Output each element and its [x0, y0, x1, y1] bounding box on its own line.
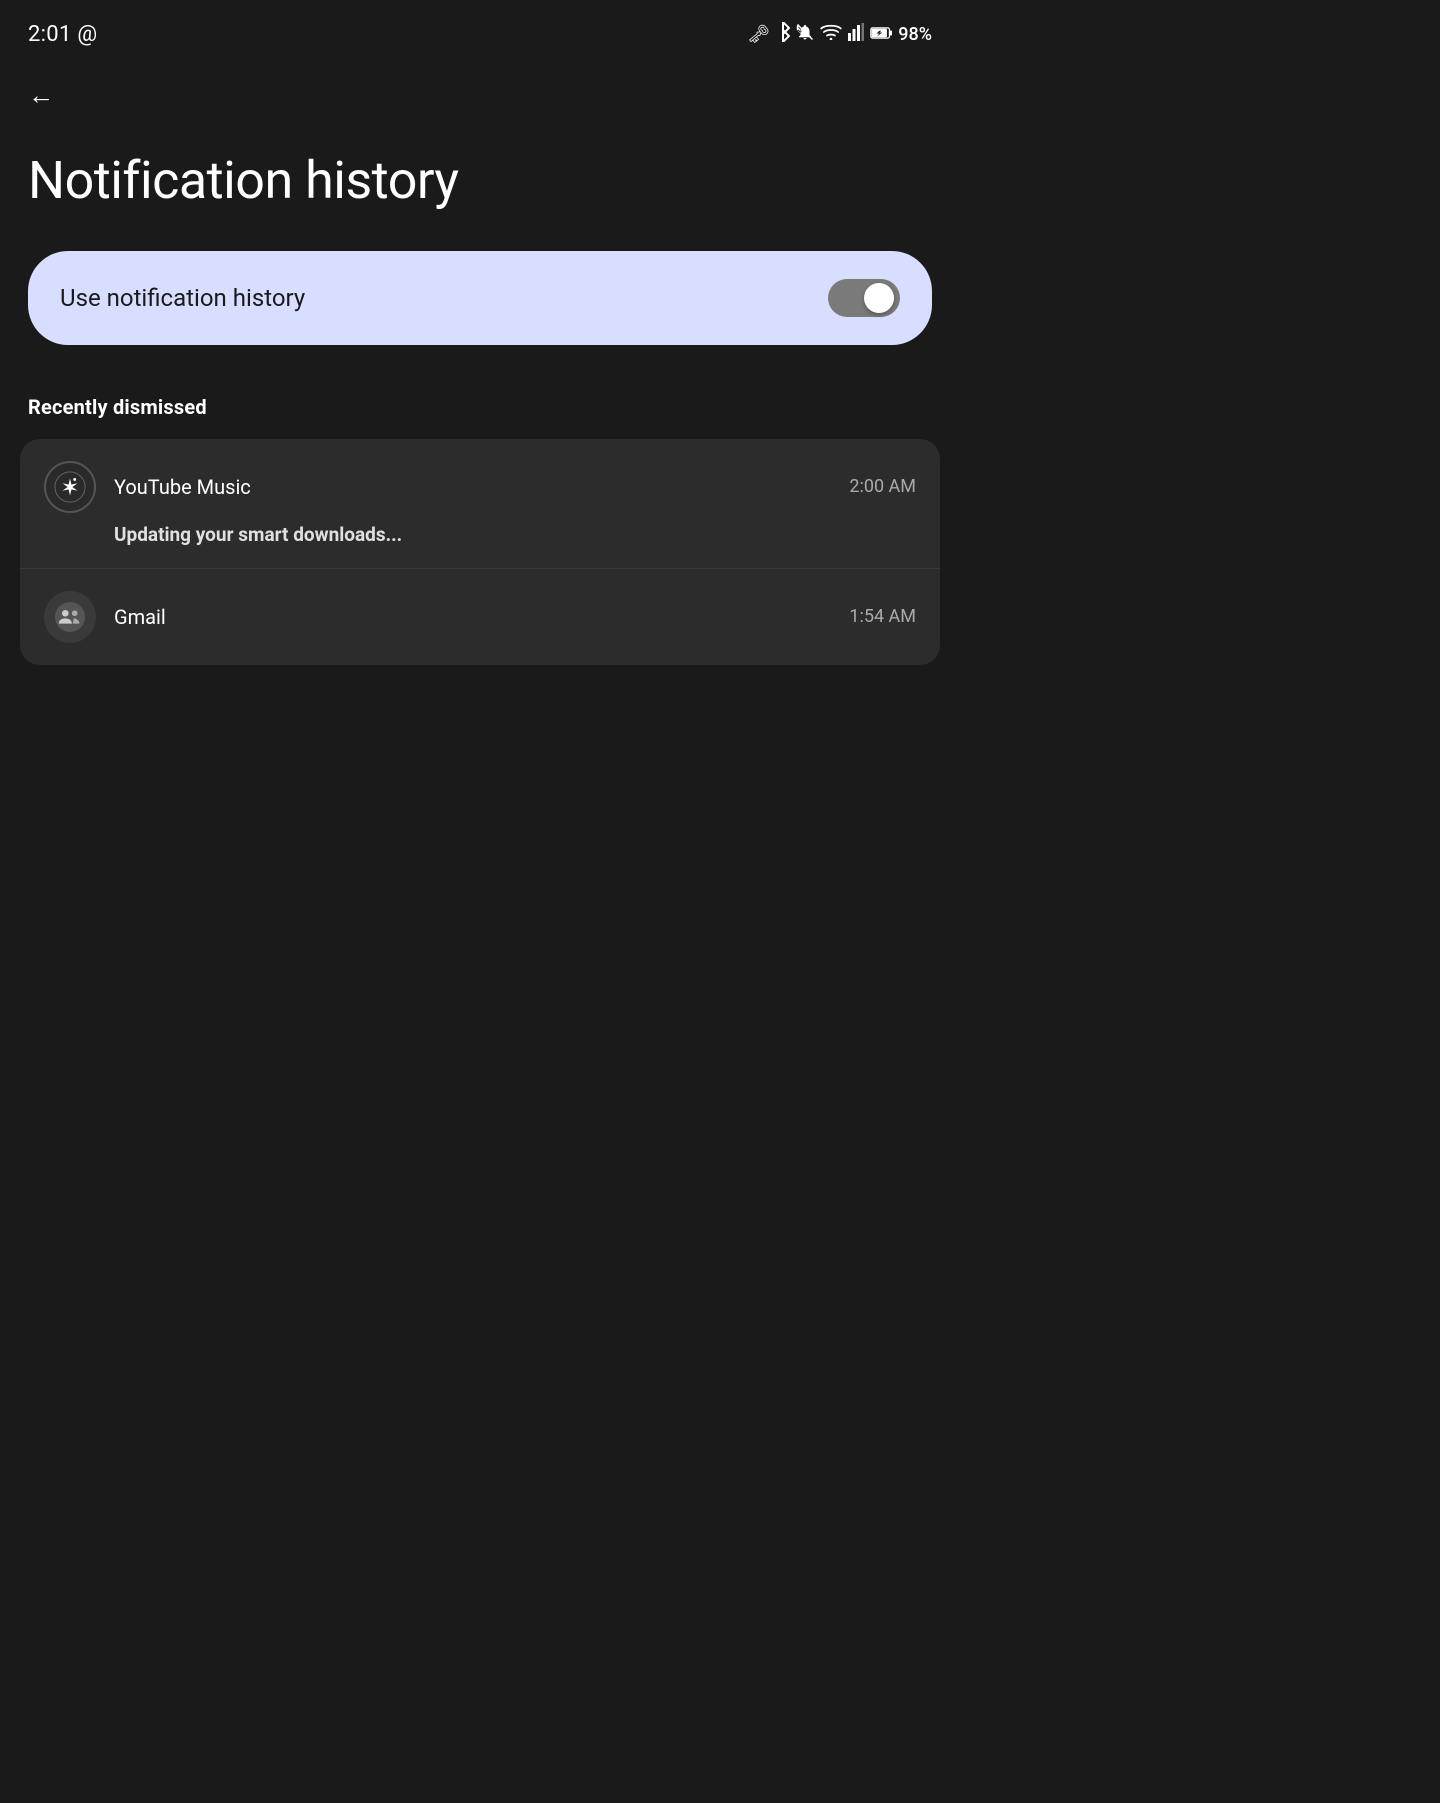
battery-icon — [870, 24, 892, 45]
battery-percentage: 98% — [898, 24, 932, 45]
notification-header-yt: YouTube Music 2:00 AM — [44, 461, 916, 513]
toggle-label: Use notification history — [60, 284, 305, 312]
notification-meta-gmail: Gmail 1:54 AM — [114, 605, 916, 629]
yt-music-app-icon — [44, 461, 96, 513]
bluetooth-icon — [776, 22, 790, 47]
key-icon: 🗝 — [747, 24, 770, 45]
yt-music-time: 2:00 AM — [849, 476, 916, 497]
yt-music-app-name: YouTube Music — [114, 475, 251, 499]
gmail-app-name: Gmail — [114, 605, 166, 629]
notification-item-yt-music[interactable]: YouTube Music 2:00 AM Updating your smar… — [20, 439, 940, 569]
back-arrow-icon[interactable]: ← — [28, 81, 54, 111]
section-title: Recently dismissed — [28, 395, 207, 419]
recently-dismissed-header: Recently dismissed — [0, 385, 960, 439]
signal-icon — [848, 23, 864, 46]
gmail-time: 1:54 AM — [849, 606, 916, 627]
status-time: 2:01 @ — [28, 22, 97, 47]
gmail-app-icon — [44, 591, 96, 643]
notification-body-yt: Updating your smart downloads... — [44, 523, 916, 546]
notification-meta-yt: YouTube Music 2:00 AM — [114, 475, 916, 499]
yt-music-message: Updating your smart downloads... — [114, 523, 402, 546]
notification-history-toggle[interactable] — [828, 279, 900, 317]
page-title-section: Notification history — [0, 121, 960, 251]
wifi-icon — [820, 24, 842, 45]
notification-item-gmail[interactable]: Gmail 1:54 AM — [20, 569, 940, 665]
toggle-card[interactable]: Use notification history — [28, 251, 932, 345]
notifications-list: YouTube Music 2:00 AM Updating your smar… — [20, 439, 940, 665]
toggle-knob — [864, 283, 894, 313]
notification-header-gmail: Gmail 1:54 AM — [44, 591, 916, 643]
status-bar: 2:01 @ 🗝 — [0, 0, 960, 60]
page-title: Notification history — [28, 151, 932, 211]
status-icons: 🗝 — [747, 22, 932, 47]
mute-icon — [796, 23, 814, 46]
back-button[interactable]: ← — [0, 60, 960, 121]
